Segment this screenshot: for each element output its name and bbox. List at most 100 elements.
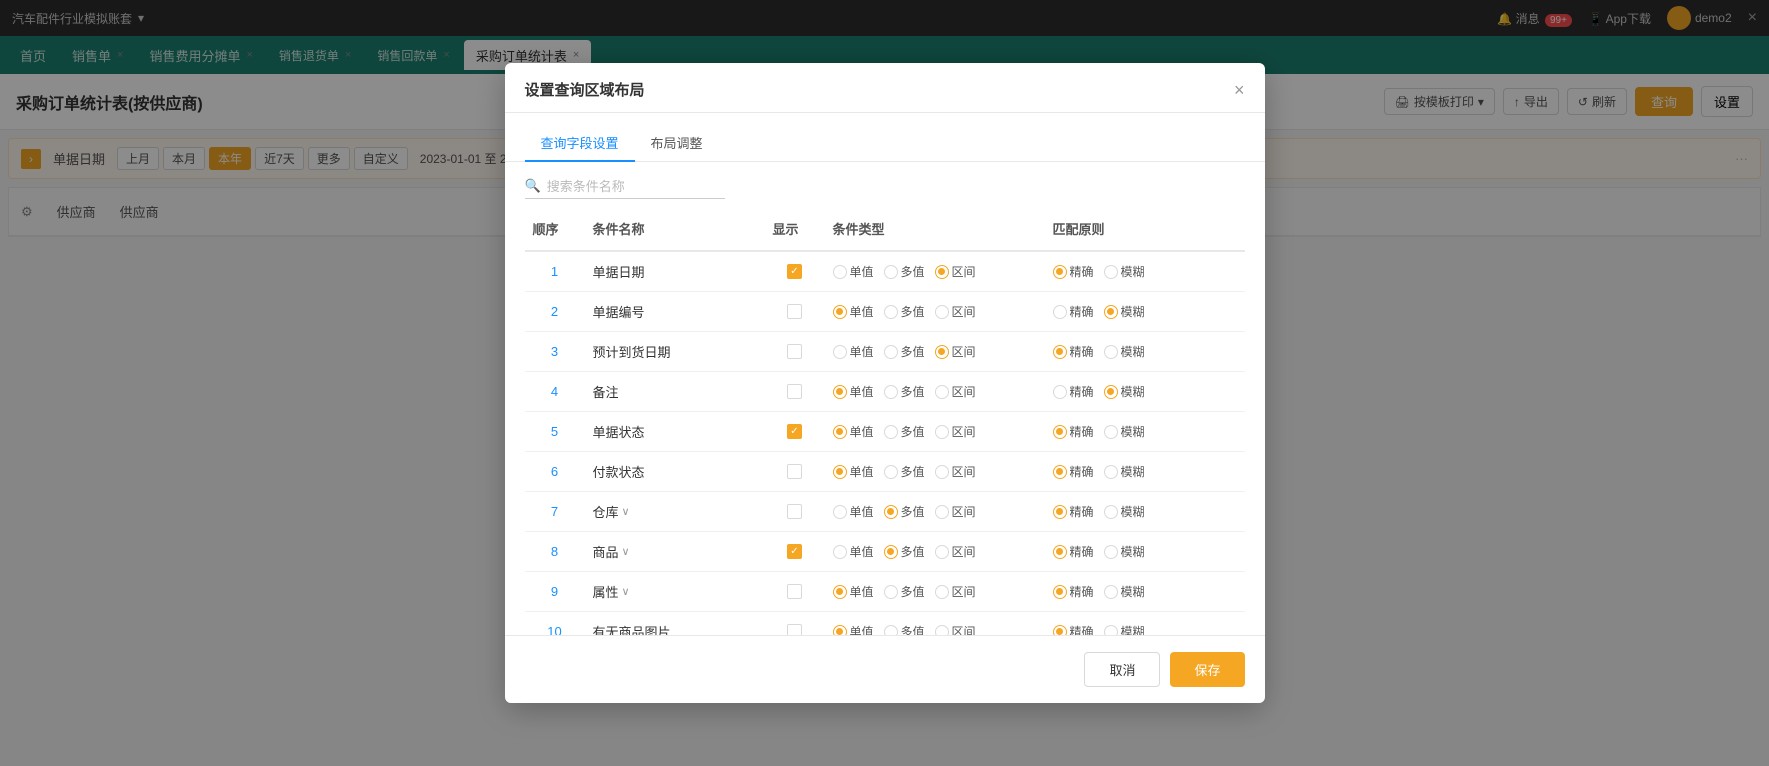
search-input[interactable] <box>547 179 725 194</box>
radio-type-single[interactable]: 单值 <box>833 623 874 635</box>
table-row: 2单据编号单值多值区间精确模糊 <box>525 292 1245 332</box>
radio-type-multi[interactable]: 多值 <box>884 303 925 320</box>
dialog-tab-layout[interactable]: 布局调整 <box>635 125 719 162</box>
display-checkbox[interactable]: ✓ <box>787 544 802 559</box>
dialog-tab-query-fields[interactable]: 查询字段设置 <box>525 125 635 162</box>
header-match-rule: 匹配原则 <box>1045 215 1245 242</box>
dialog-search: 🔍 <box>505 162 1265 207</box>
cell-name: 单据日期 <box>585 254 765 289</box>
cell-order: 5 <box>525 416 585 447</box>
display-checkbox[interactable] <box>787 504 802 519</box>
radio-type-single[interactable]: 单值 <box>833 583 874 600</box>
radio-match-fuzzy[interactable]: 模糊 <box>1104 303 1145 320</box>
display-checkbox[interactable]: ✓ <box>787 424 802 439</box>
cell-condition-type: 单值多值区间 <box>825 615 1045 635</box>
radio-type-range[interactable]: 区间 <box>935 543 976 560</box>
cell-order: 8 <box>525 536 585 567</box>
radio-type-single[interactable]: 单值 <box>833 543 874 560</box>
radio-type-multi[interactable]: 多值 <box>884 503 925 520</box>
radio-match-exact[interactable]: 精确 <box>1053 583 1094 600</box>
table-row: 8商品∨✓单值多值区间精确模糊 <box>525 532 1245 572</box>
save-button[interactable]: 保存 <box>1170 652 1244 687</box>
radio-type-multi[interactable]: 多值 <box>884 343 925 360</box>
radio-type-range[interactable]: 区间 <box>935 343 976 360</box>
radio-type-multi[interactable]: 多值 <box>884 583 925 600</box>
radio-type-single[interactable]: 单值 <box>833 503 874 520</box>
radio-type-range[interactable]: 区间 <box>935 423 976 440</box>
cell-display[interactable] <box>765 376 825 407</box>
display-checkbox[interactable]: ✓ <box>787 264 802 279</box>
radio-type-multi[interactable]: 多值 <box>884 623 925 635</box>
radio-match-exact[interactable]: 精确 <box>1053 303 1094 320</box>
table-row: 4备注单值多值区间精确模糊 <box>525 372 1245 412</box>
radio-match-exact[interactable]: 精确 <box>1053 343 1094 360</box>
radio-type-single[interactable]: 单值 <box>833 343 874 360</box>
header-name: 条件名称 <box>585 215 765 242</box>
cell-match-rule: 精确模糊 <box>1045 455 1245 488</box>
radio-type-range[interactable]: 区间 <box>935 303 976 320</box>
radio-match-exact[interactable]: 精确 <box>1053 263 1094 280</box>
cell-display[interactable]: ✓ <box>765 416 825 447</box>
cell-display[interactable] <box>765 336 825 367</box>
radio-match-fuzzy[interactable]: 模糊 <box>1104 623 1145 635</box>
dialog-close-button[interactable]: × <box>1234 81 1245 99</box>
radio-match-fuzzy[interactable]: 模糊 <box>1104 463 1145 480</box>
radio-type-range[interactable]: 区间 <box>935 623 976 635</box>
radio-type-single[interactable]: 单值 <box>833 383 874 400</box>
table-row: 10有无商品图片单值多值区间精确模糊 <box>525 612 1245 635</box>
dialog-title: 设置查询区域布局 <box>525 79 645 100</box>
radio-match-exact[interactable]: 精确 <box>1053 503 1094 520</box>
radio-type-multi[interactable]: 多值 <box>884 543 925 560</box>
display-checkbox[interactable] <box>787 304 802 319</box>
radio-type-range[interactable]: 区间 <box>935 383 976 400</box>
radio-type-multi[interactable]: 多值 <box>884 423 925 440</box>
radio-type-multi[interactable]: 多值 <box>884 463 925 480</box>
cancel-button[interactable]: 取消 <box>1084 652 1160 687</box>
display-checkbox[interactable] <box>787 384 802 399</box>
dialog-table: 顺序 条件名称 显示 条件类型 匹配原则 1单据日期✓单值多值区间精确模糊2单据… <box>505 207 1265 635</box>
radio-match-fuzzy[interactable]: 模糊 <box>1104 343 1145 360</box>
header-condition-type: 条件类型 <box>825 215 1045 242</box>
radio-match-exact[interactable]: 精确 <box>1053 463 1094 480</box>
cell-match-rule: 精确模糊 <box>1045 535 1245 568</box>
radio-type-single[interactable]: 单值 <box>833 463 874 480</box>
cell-display[interactable] <box>765 616 825 635</box>
cell-display[interactable] <box>765 576 825 607</box>
radio-type-range[interactable]: 区间 <box>935 503 976 520</box>
radio-match-fuzzy[interactable]: 模糊 <box>1104 503 1145 520</box>
cell-display[interactable]: ✓ <box>765 536 825 567</box>
cell-display[interactable] <box>765 496 825 527</box>
radio-match-fuzzy[interactable]: 模糊 <box>1104 583 1145 600</box>
cell-display[interactable] <box>765 296 825 327</box>
display-checkbox[interactable] <box>787 464 802 479</box>
radio-match-fuzzy[interactable]: 模糊 <box>1104 543 1145 560</box>
radio-type-range[interactable]: 区间 <box>935 583 976 600</box>
search-wrapper: 🔍 <box>525 174 725 199</box>
radio-type-single[interactable]: 单值 <box>833 423 874 440</box>
cell-order: 9 <box>525 576 585 607</box>
cell-name: 单据状态 <box>585 414 765 449</box>
radio-match-fuzzy[interactable]: 模糊 <box>1104 263 1145 280</box>
radio-type-range[interactable]: 区间 <box>935 263 976 280</box>
radio-type-range[interactable]: 区间 <box>935 463 976 480</box>
cell-match-rule: 精确模糊 <box>1045 295 1245 328</box>
dialog-footer: 取消 保存 <box>505 635 1265 703</box>
radio-match-exact[interactable]: 精确 <box>1053 383 1094 400</box>
cell-order: 4 <box>525 376 585 407</box>
radio-match-exact[interactable]: 精确 <box>1053 423 1094 440</box>
radio-type-multi[interactable]: 多值 <box>884 383 925 400</box>
radio-type-single[interactable]: 单值 <box>833 303 874 320</box>
cell-display[interactable] <box>765 456 825 487</box>
radio-match-exact[interactable]: 精确 <box>1053 543 1094 560</box>
radio-match-fuzzy[interactable]: 模糊 <box>1104 423 1145 440</box>
display-checkbox[interactable] <box>787 584 802 599</box>
radio-match-fuzzy[interactable]: 模糊 <box>1104 383 1145 400</box>
cell-match-rule: 精确模糊 <box>1045 415 1245 448</box>
radio-match-exact[interactable]: 精确 <box>1053 623 1094 635</box>
radio-type-single[interactable]: 单值 <box>833 263 874 280</box>
display-checkbox[interactable] <box>787 344 802 359</box>
radio-type-multi[interactable]: 多值 <box>884 263 925 280</box>
cell-match-rule: 精确模糊 <box>1045 495 1245 528</box>
display-checkbox[interactable] <box>787 624 802 635</box>
cell-display[interactable]: ✓ <box>765 256 825 287</box>
